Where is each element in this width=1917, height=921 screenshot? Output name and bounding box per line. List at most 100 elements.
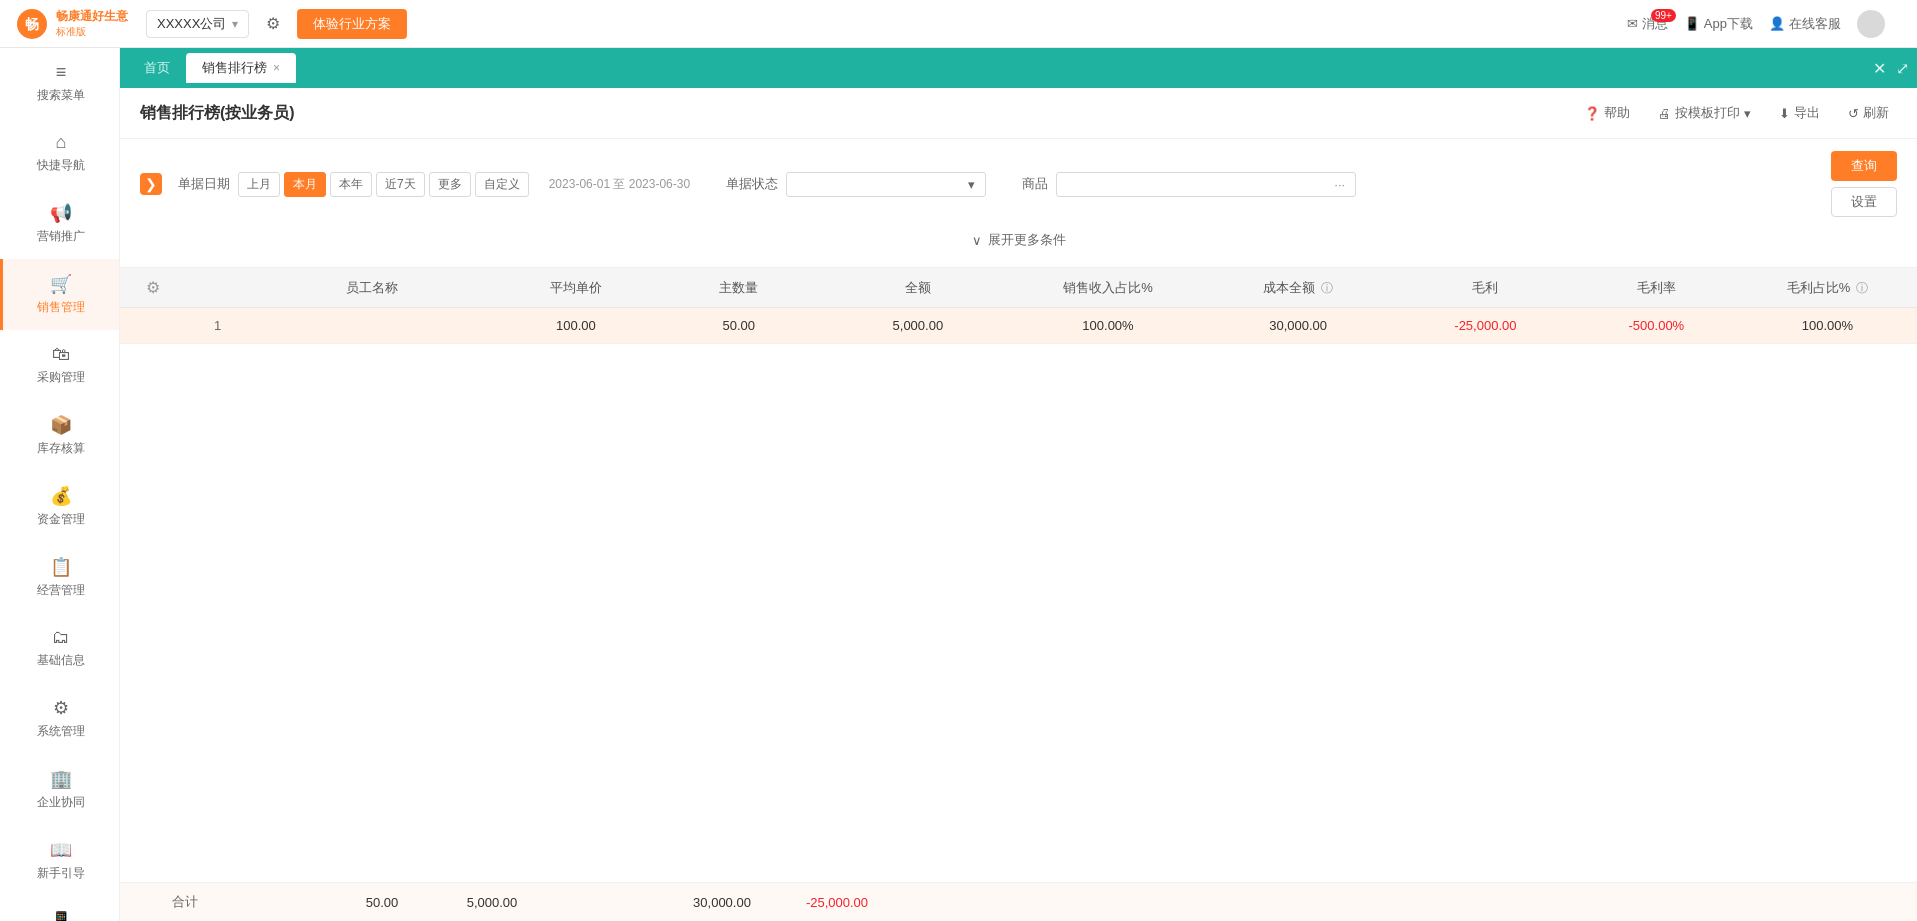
sidebar-item-system[interactable]: ⚙ 系统管理 <box>0 683 119 754</box>
col-header-gross-pct: 毛利占比% ⓘ <box>1738 268 1917 308</box>
sidebar-label-enterprise: 企业协同 <box>37 794 85 811</box>
table-footer: 合计 50.00 5,000.00 30,000.00 -25,000.00 <box>120 882 1917 921</box>
app-center-icon: 📱 <box>50 910 72 921</box>
cost-info-icon[interactable]: ⓘ <box>1321 281 1333 295</box>
date-btn-more[interactable]: 更多 <box>429 172 471 197</box>
tab-home[interactable]: 首页 <box>128 53 186 83</box>
sidebar-item-marketing[interactable]: 📢 营销推广 <box>0 188 119 259</box>
sidebar-item-purchase[interactable]: 🛍 采购管理 <box>0 330 119 400</box>
top-bar: 畅 畅康通好生意 标准版 XXXXX公司 ▾ ⚙ 体验行业方案 ✉ 消息 99+… <box>0 0 1917 48</box>
company-selector[interactable]: XXXXX公司 ▾ <box>146 10 249 38</box>
col-header-rank <box>185 268 250 308</box>
sidebar-item-operations[interactable]: 📋 经营管理 <box>0 542 119 613</box>
app-download-button[interactable]: 📱 App下载 <box>1684 15 1753 33</box>
date-btn-this-year[interactable]: 本年 <box>330 172 372 197</box>
table-row: 1 100.00 50.00 <box>120 308 1917 344</box>
chevron-down-icon: ▾ <box>232 17 238 31</box>
tab-bar-actions: ✕ ⤢ <box>1873 59 1909 78</box>
date-btn-7days[interactable]: 近7天 <box>376 172 425 197</box>
date-btn-last-month[interactable]: 上月 <box>238 172 280 197</box>
footer-gross: -25,000.00 <box>782 895 892 910</box>
sidebar-item-enterprise[interactable]: 🏢 企业协同 <box>0 754 119 825</box>
online-service-button[interactable]: 👤 在线客服 <box>1769 15 1841 33</box>
footer-qty: 50.00 <box>332 895 432 910</box>
col-header-sales-pct: 销售收入占比% <box>1016 268 1201 308</box>
gross-pct-info-icon[interactable]: ⓘ <box>1856 281 1868 295</box>
sidebar-label-quick-nav: 快捷导航 <box>37 157 85 174</box>
sidebar-label-system: 系统管理 <box>37 723 85 740</box>
table-header: ⚙ 员工名称 平均单价 主数量 <box>120 268 1917 308</box>
sidebar-label-sales: 销售管理 <box>37 299 85 316</box>
col-header-settings: ⚙ <box>120 268 185 308</box>
goods-input[interactable]: ··· <box>1056 172 1356 197</box>
table-container: ⚙ 员工名称 平均单价 主数量 <box>120 268 1917 882</box>
purchase-icon: 🛍 <box>52 344 70 365</box>
sidebar-item-search-order[interactable]: ≡ 搜索菜单 <box>0 48 119 118</box>
header-actions: ❓ 帮助 🖨 按模板打印 ▾ ⬇ 导出 ↺ 刷新 <box>1576 100 1897 126</box>
date-btn-this-month[interactable]: 本月 <box>284 172 326 197</box>
cell-sales-pct: 100.00% <box>1016 308 1201 344</box>
filter-row-main: ❯ 单据日期 上月 本月 本年 近7天 更多 自定义 2023-06-01 至 … <box>140 151 1897 217</box>
collapse-filter-button[interactable]: ❯ <box>140 173 162 195</box>
home-icon: ⌂ <box>56 132 67 153</box>
col-header-gross: 毛利 <box>1396 268 1575 308</box>
date-range-buttons: 上月 本月 本年 近7天 更多 自定义 <box>238 172 529 197</box>
cell-gross: -25,000.00 <box>1396 308 1575 344</box>
message-badge: 99+ <box>1651 9 1676 22</box>
message-button[interactable]: ✉ 消息 99+ <box>1627 15 1668 33</box>
print-button[interactable]: 🖨 按模板打印 ▾ <box>1650 100 1759 126</box>
help-button[interactable]: ❓ 帮助 <box>1576 100 1638 126</box>
sidebar-item-app-center[interactable]: 📱 应用中心 <box>0 896 119 921</box>
col-header-name: 员工名称 <box>250 268 494 308</box>
date-filter-label: 单据日期 <box>178 175 230 193</box>
content-area: 首页 销售排行榜 × ✕ ⤢ 销售排行榜(按业务员) ❓ 帮助 <box>120 48 1917 921</box>
sidebar-item-sales[interactable]: 🛒 销售管理 <box>0 259 119 330</box>
refresh-button[interactable]: ↺ 刷新 <box>1840 100 1897 126</box>
expand-conditions-row: ∨ 展开更多条件 <box>140 225 1897 255</box>
company-name: XXXXX公司 <box>157 15 226 33</box>
tab-close-icon[interactable]: × <box>273 61 280 75</box>
trial-button[interactable]: 体验行业方案 <box>297 9 407 39</box>
system-icon: ⚙ <box>53 697 69 719</box>
print-icon: 🖨 <box>1658 106 1671 121</box>
avatar[interactable] <box>1857 10 1885 38</box>
expand-conditions-button[interactable]: ∨ 展开更多条件 <box>972 225 1066 255</box>
sidebar-item-finance[interactable]: 💰 资金管理 <box>0 471 119 542</box>
print-chevron-icon: ▾ <box>1744 106 1751 121</box>
cell-name <box>250 308 494 344</box>
sidebar-item-inventory[interactable]: 📦 库存核算 <box>0 400 119 471</box>
export-button[interactable]: ⬇ 导出 <box>1771 100 1828 126</box>
tab-bar: 首页 销售排行榜 × ✕ ⤢ <box>120 48 1917 88</box>
tab-sales-ranking-label: 销售排行榜 <box>202 59 267 77</box>
query-button[interactable]: 查询 <box>1831 151 1897 181</box>
sidebar-item-guide[interactable]: 📖 新手引导 <box>0 825 119 896</box>
settings-button[interactable]: 设置 <box>1831 187 1897 217</box>
sales-icon: 🛒 <box>50 273 72 295</box>
date-filter: 单据日期 上月 本月 本年 近7天 更多 自定义 <box>178 172 529 197</box>
basic-info-icon: 🗂 <box>52 627 70 648</box>
column-settings-icon[interactable]: ⚙ <box>146 279 160 296</box>
page-title: 销售排行榜(按业务员) <box>140 103 295 124</box>
service-icon: 👤 <box>1769 16 1785 31</box>
cell-avg-price: 100.00 <box>495 308 658 344</box>
window-maximize-icon[interactable]: ⤢ <box>1896 59 1909 78</box>
col-header-gross-rate: 毛利率 <box>1575 268 1738 308</box>
sidebar-item-basic-info[interactable]: 🗂 基础信息 <box>0 613 119 683</box>
status-chevron-icon: ▾ <box>968 177 975 192</box>
data-table: ⚙ 员工名称 平均单价 主数量 <box>120 268 1917 344</box>
cell-cost: 30,000.00 <box>1200 308 1395 344</box>
window-close-icon[interactable]: ✕ <box>1873 59 1886 78</box>
col-header-avg-price: 平均单价 <box>495 268 658 308</box>
footer-total-label: 合计 <box>132 893 332 911</box>
sidebar-item-quick-nav[interactable]: ⌂ 快捷导航 <box>0 118 119 188</box>
date-btn-custom[interactable]: 自定义 <box>475 172 529 197</box>
sidebar-label-purchase: 采购管理 <box>37 369 85 386</box>
enterprise-icon: 🏢 <box>50 768 72 790</box>
inventory-icon: 📦 <box>50 414 72 436</box>
action-buttons: 查询 设置 <box>1831 151 1897 217</box>
status-select[interactable]: ▾ <box>786 172 986 197</box>
tab-sales-ranking[interactable]: 销售排行榜 × <box>186 53 296 83</box>
settings-icon[interactable]: ⚙ <box>259 10 287 38</box>
cell-rank: 1 <box>185 308 250 344</box>
guide-icon: 📖 <box>50 839 72 861</box>
